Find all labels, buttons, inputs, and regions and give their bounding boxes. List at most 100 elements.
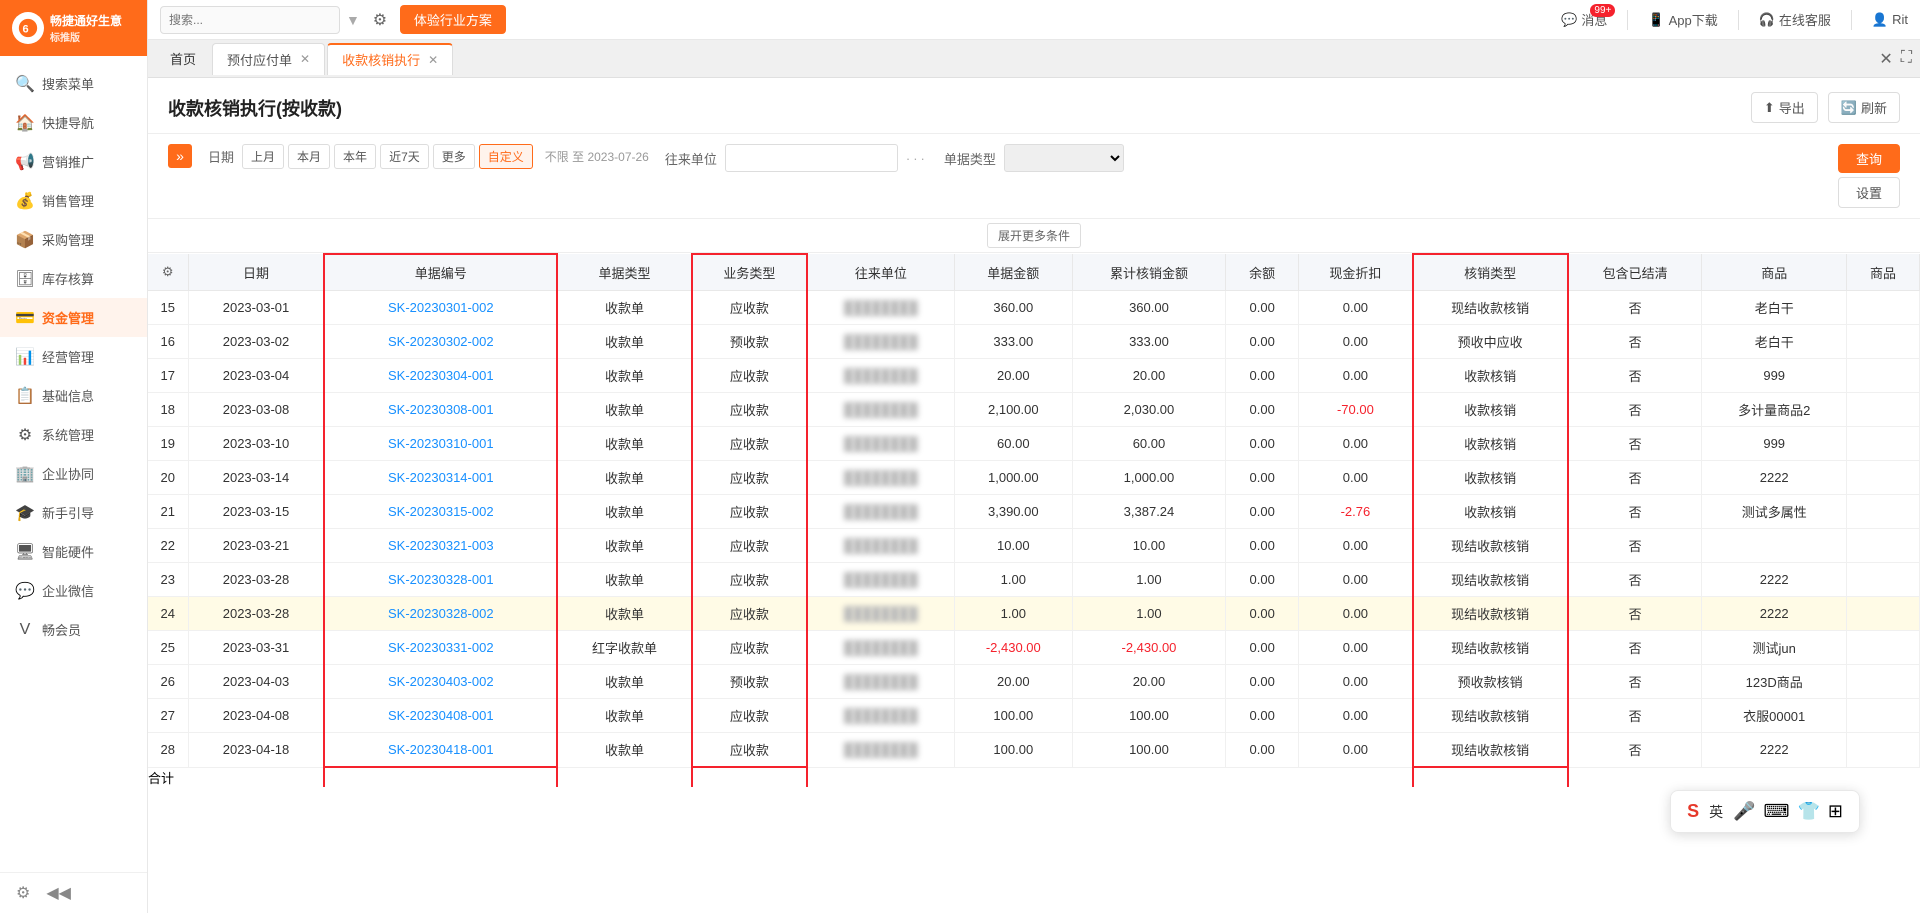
partner-input[interactable] (725, 144, 898, 172)
col-partner-header: 往来单位 (807, 254, 955, 291)
doctype-select[interactable] (1004, 144, 1124, 172)
cell-hextype: 现结收款核销 (1413, 699, 1568, 733)
docnum-link[interactable]: SK-20230328-001 (388, 572, 494, 587)
docnum-link[interactable]: SK-20230408-001 (388, 708, 494, 723)
topbar-gear-icon[interactable]: ⚙ (366, 6, 394, 34)
sidebar-item-basic[interactable]: 📋基础信息 (0, 376, 147, 415)
cell-biztype: 预收款 (692, 665, 807, 699)
cell-no: 25 (148, 631, 188, 665)
sidebar-item-purchase[interactable]: 📦采购管理 (0, 220, 147, 259)
sidebar-item-finance[interactable]: 💳资金管理 (0, 298, 147, 337)
messages-item[interactable]: 💬 消息 99+ (1561, 10, 1607, 29)
col-product2-header: 商品 (1846, 254, 1919, 291)
sidebar-item-operation[interactable]: 📊经营管理 (0, 337, 147, 376)
online-service-item[interactable]: 🎧 在线客服 (1759, 10, 1831, 29)
cell-included: 否 (1568, 665, 1702, 699)
table-header-row: ⚙ 日期 单据编号 单据类型 业务类型 往来单位 单据金额 累计核销金额 余额 … (148, 254, 1920, 291)
cell-amount: 10.00 (954, 529, 1072, 563)
solution-button[interactable]: 体验行业方案 (400, 5, 506, 34)
sidebar-item-marketing[interactable]: 📢营销推广 (0, 142, 147, 181)
docnum-link[interactable]: SK-20230314-001 (388, 470, 494, 485)
sidebar-logo: 6 畅捷通好生意 标推版 (0, 0, 147, 56)
topbar-search-input[interactable] (160, 6, 340, 34)
shirt-icon[interactable]: 👕 (1797, 801, 1819, 822)
settings-button[interactable]: 设置 (1838, 177, 1900, 208)
sidebar-item-search[interactable]: 🔍搜索菜单 (0, 64, 147, 103)
cell-balance: 0.00 (1226, 325, 1299, 359)
date-pill-custom[interactable]: 自定义 (479, 144, 533, 169)
cell-docnum: SK-20230408-001 (324, 699, 557, 733)
query-button[interactable]: 查询 (1838, 144, 1900, 173)
docnum-link[interactable]: SK-20230304-001 (388, 368, 494, 383)
table-row: 25 2023-03-31 SK-20230331-002 红字收款单 应收款 … (148, 631, 1920, 665)
clipboard-icon: 📋 (16, 387, 34, 405)
sidebar-item-member[interactable]: V畅会员 (0, 610, 147, 649)
settings-icon[interactable]: ⚙ (16, 883, 30, 903)
footer-label: 合计 (148, 767, 324, 787)
table-row: 15 2023-03-01 SK-20230301-002 收款单 应收款 ██… (148, 291, 1920, 325)
tab-home[interactable]: 首页 (156, 43, 210, 75)
user-item[interactable]: 👤 Rit (1872, 12, 1908, 28)
grid-icon[interactable]: ⊞ (1828, 801, 1843, 822)
docnum-link[interactable]: SK-20230308-001 (388, 402, 494, 417)
table-row: 28 2023-04-18 SK-20230418-001 收款单 应收款 ██… (148, 733, 1920, 768)
docnum-link[interactable]: SK-20230315-002 (388, 504, 494, 519)
app-download-item[interactable]: 📱 App下载 (1648, 10, 1717, 29)
sidebar-item-quicknav[interactable]: 🏠快捷导航 (0, 103, 147, 142)
table-area[interactable]: ⚙ 日期 单据编号 单据类型 业务类型 往来单位 单据金额 累计核销金额 余额 … (148, 253, 1920, 913)
sidebar-item-wechat[interactable]: 💬企业微信 (0, 571, 147, 610)
docnum-link[interactable]: SK-20230302-002 (388, 334, 494, 349)
cell-biztype: 应收款 (692, 529, 807, 563)
docnum-link[interactable]: SK-20230321-003 (388, 538, 494, 553)
cell-amount: 100.00 (954, 699, 1072, 733)
date-pill-lastmonth[interactable]: 上月 (242, 144, 284, 169)
ime-icons: 🎤 ⌨ 👕 ⊞ (1733, 801, 1843, 822)
docnum-link[interactable]: SK-20230328-002 (388, 606, 494, 621)
sidebar-item-sales[interactable]: 💰销售管理 (0, 181, 147, 220)
box-icon: 📦 (16, 231, 34, 249)
tab-close-all-icon[interactable]: ✕ (1879, 49, 1892, 69)
date-pill-thismonth[interactable]: 本月 (288, 144, 330, 169)
sidebar-item-guide[interactable]: 🎓新手引导 (0, 493, 147, 532)
docnum-link[interactable]: SK-20230310-001 (388, 436, 494, 451)
cell-docnum: SK-20230403-002 (324, 665, 557, 699)
sidebar-item-inventory[interactable]: 🗄库存核算 (0, 259, 147, 298)
docnum-link[interactable]: SK-20230331-002 (388, 640, 494, 655)
topbar-dropdown-icon[interactable]: ▼ (346, 12, 360, 28)
cell-hexamount: 20.00 (1072, 665, 1226, 699)
date-pill-7days[interactable]: 近7天 (380, 144, 429, 169)
cell-partner: ████████ (807, 495, 955, 529)
col-settings-icon[interactable]: ⚙ (162, 264, 174, 279)
tab-expand-icon[interactable]: ⛶ (1901, 49, 1912, 69)
sidebar-item-system[interactable]: ⚙系统管理 (0, 415, 147, 454)
cell-doctype: 收款单 (557, 325, 692, 359)
tab-prepay[interactable]: 预付应付单 ✕ (212, 43, 325, 75)
date-pill-thisyear[interactable]: 本年 (334, 144, 376, 169)
keyboard-icon[interactable]: ⌨ (1764, 801, 1790, 822)
cell-product (1702, 529, 1847, 563)
prepay-tab-close[interactable]: ✕ (300, 52, 310, 66)
sidebar-bottom: ⚙ ◀◀ (0, 872, 147, 913)
docnum-link[interactable]: SK-20230403-002 (388, 674, 494, 689)
collection-tab-close[interactable]: ✕ (428, 53, 438, 67)
refresh-button[interactable]: 🔄 刷新 (1828, 92, 1900, 123)
tab-collection[interactable]: 收款核销执行 ✕ (327, 43, 453, 75)
filter-expand-btn[interactable]: » (168, 144, 192, 168)
docnum-link[interactable]: SK-20230301-002 (388, 300, 494, 315)
sidebar-item-corp[interactable]: 🏢企业协同 (0, 454, 147, 493)
cell-biztype: 应收款 (692, 495, 807, 529)
collapse-icon[interactable]: ◀◀ (46, 883, 71, 903)
logo-title: 畅捷通好生意 (50, 12, 122, 29)
gear-icon: ⚙ (16, 426, 34, 444)
export-button[interactable]: ⬆ 导出 (1751, 92, 1818, 123)
cell-partner: ████████ (807, 325, 955, 359)
cell-product: 测试jun (1702, 631, 1847, 665)
docnum-link[interactable]: SK-20230418-001 (388, 742, 494, 757)
cell-discount: 0.00 (1299, 427, 1413, 461)
sidebar-item-hardware[interactable]: 🖥智能硬件 (0, 532, 147, 571)
date-pill-more[interactable]: 更多 (433, 144, 475, 169)
partner-blurred: ████████ (844, 504, 918, 519)
expand-conditions-button[interactable]: 展开更多条件 (987, 223, 1081, 248)
mic-icon[interactable]: 🎤 (1733, 801, 1755, 822)
footer-doctype (557, 767, 692, 787)
